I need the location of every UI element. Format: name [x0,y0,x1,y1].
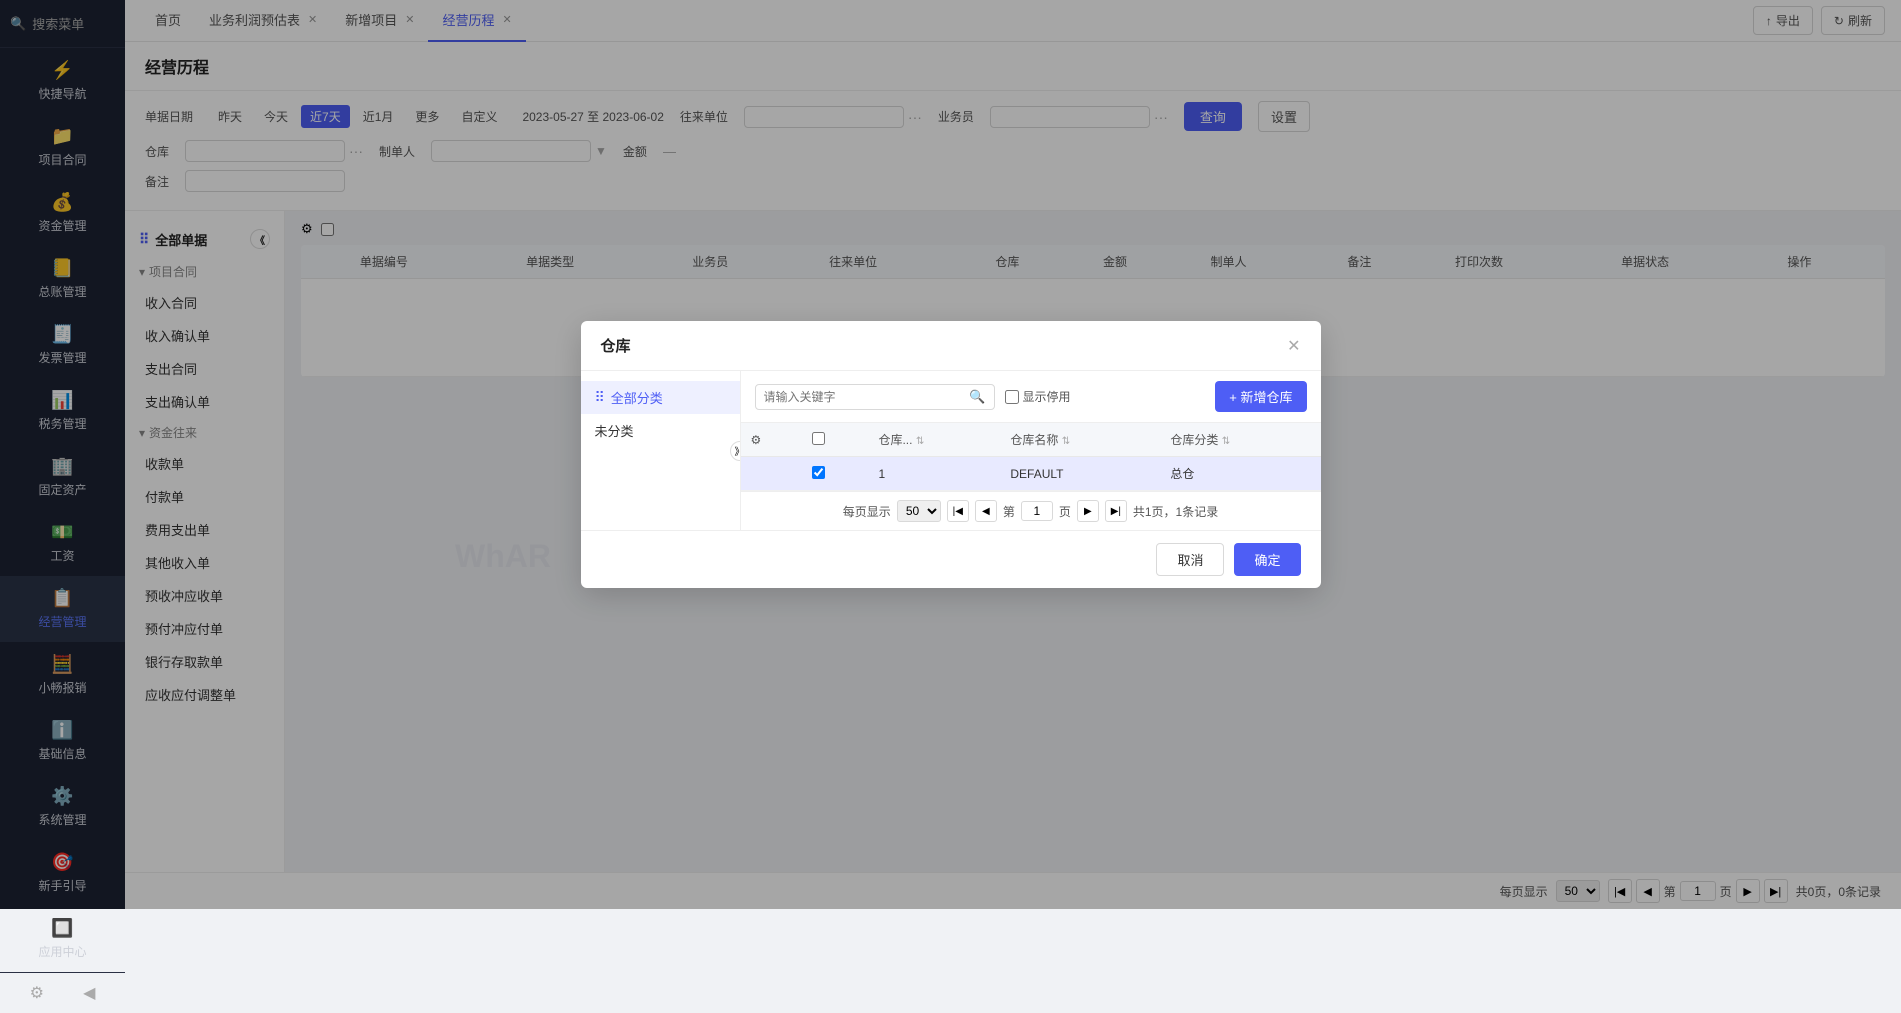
dialog-first-page-button[interactable]: |◀ [947,500,969,522]
show-disabled-checkbox[interactable] [1005,390,1019,404]
dialog-total-info: 共1页，1条记录 [1133,503,1218,520]
col-warehouse-category[interactable]: 仓库分类 ⇅ [1160,423,1320,457]
row-settings [741,457,803,491]
dialog-title: 仓库 [601,335,631,356]
dialog-body: ⠿ 全部分类 未分类 》 🔍 显示停用 [581,371,1321,530]
sort-icon: ⇅ [1222,436,1230,447]
category-uncategorized-label: 未分类 [595,421,634,440]
warehouse-table-row[interactable]: 1 DEFAULT 总仓 [741,457,1321,491]
dialog-prev-page-button[interactable]: ◀ [975,500,997,522]
dialog-footer: 取消 确定 [581,530,1321,588]
warehouse-search-input[interactable] [764,390,964,404]
col-warehouse-name[interactable]: 仓库名称 ⇅ [1000,423,1160,457]
warehouse-search-wrap: 🔍 [755,384,995,410]
app-center-icon: 🔲 [51,918,73,939]
volume-icon[interactable]: ◀ [83,983,95,1003]
col-warehouse-code[interactable]: 仓库... ⇅ [868,423,1000,457]
row-select-checkbox[interactable] [812,466,825,479]
row-code: DEFAULT [1000,457,1160,491]
category-grid-icon: ⠿ [595,389,605,406]
dialog-last-page-button[interactable]: ▶| [1105,500,1127,522]
dialog-page-label: 第 [1003,503,1015,520]
select-all-warehouse-checkbox[interactable] [812,432,825,445]
category-all-label: 全部分类 [611,388,663,407]
category-collapse-button[interactable]: 》 [730,441,741,461]
col-checkbox [802,423,868,457]
dialog-next-page-button[interactable]: ▶ [1077,500,1099,522]
dialog-category-panel: ⠿ 全部分类 未分类 》 [581,371,741,530]
dialog-overlay: 仓库 ✕ ⠿ 全部分类 未分类 》 🔍 [0,0,1901,909]
warehouse-search-icon[interactable]: 🔍 [969,389,985,405]
dialog-header: 仓库 ✕ [581,321,1321,371]
show-disabled-label: 显示停用 [1023,388,1071,405]
sort-icon: ⇅ [916,436,924,447]
category-all[interactable]: ⠿ 全部分类 [581,381,740,414]
settings-icon[interactable]: ⚙ [30,983,44,1003]
dialog-toolbar: 🔍 显示停用 + 新增仓库 [741,371,1321,423]
add-warehouse-button[interactable]: + 新增仓库 [1215,381,1306,412]
dialog-pagination: 每页显示 50 |◀ ◀ 第 页 ▶ ▶| 共1页，1条记录 [741,491,1321,530]
sidebar-bottom: ⚙ ◀ [0,972,125,1013]
row-checkbox [802,457,868,491]
dialog-page-number-input[interactable] [1021,501,1053,521]
row-name: 总仓 [1160,457,1320,491]
col-settings: ⚙ [741,423,803,457]
page-size-label: 每页显示 [843,503,891,520]
cancel-button[interactable]: 取消 [1156,543,1224,576]
table-settings-icon[interactable]: ⚙ [751,433,762,447]
row-index: 1 [868,457,1000,491]
dialog-table-wrap: ⚙ 仓库... ⇅ 仓库名称 ⇅ [741,423,1321,491]
warehouse-table: ⚙ 仓库... ⇅ 仓库名称 ⇅ [741,423,1321,491]
sort-icon: ⇅ [1062,436,1070,447]
dialog-page-size-select[interactable]: 50 [897,500,941,522]
confirm-button[interactable]: 确定 [1234,543,1300,576]
dialog-right-panel: 🔍 显示停用 + 新增仓库 ⚙ [741,371,1321,530]
show-disabled-wrap: 显示停用 [1005,388,1071,405]
sidebar-item-label: 应用中心 [38,943,86,960]
sidebar-item-app-center[interactable]: 🔲 应用中心 [0,906,125,972]
dialog-close-button[interactable]: ✕ [1287,336,1300,356]
category-uncategorized[interactable]: 未分类 [581,414,740,447]
warehouse-dialog: 仓库 ✕ ⠿ 全部分类 未分类 》 🔍 [581,321,1321,588]
dialog-page-unit: 页 [1059,503,1071,520]
